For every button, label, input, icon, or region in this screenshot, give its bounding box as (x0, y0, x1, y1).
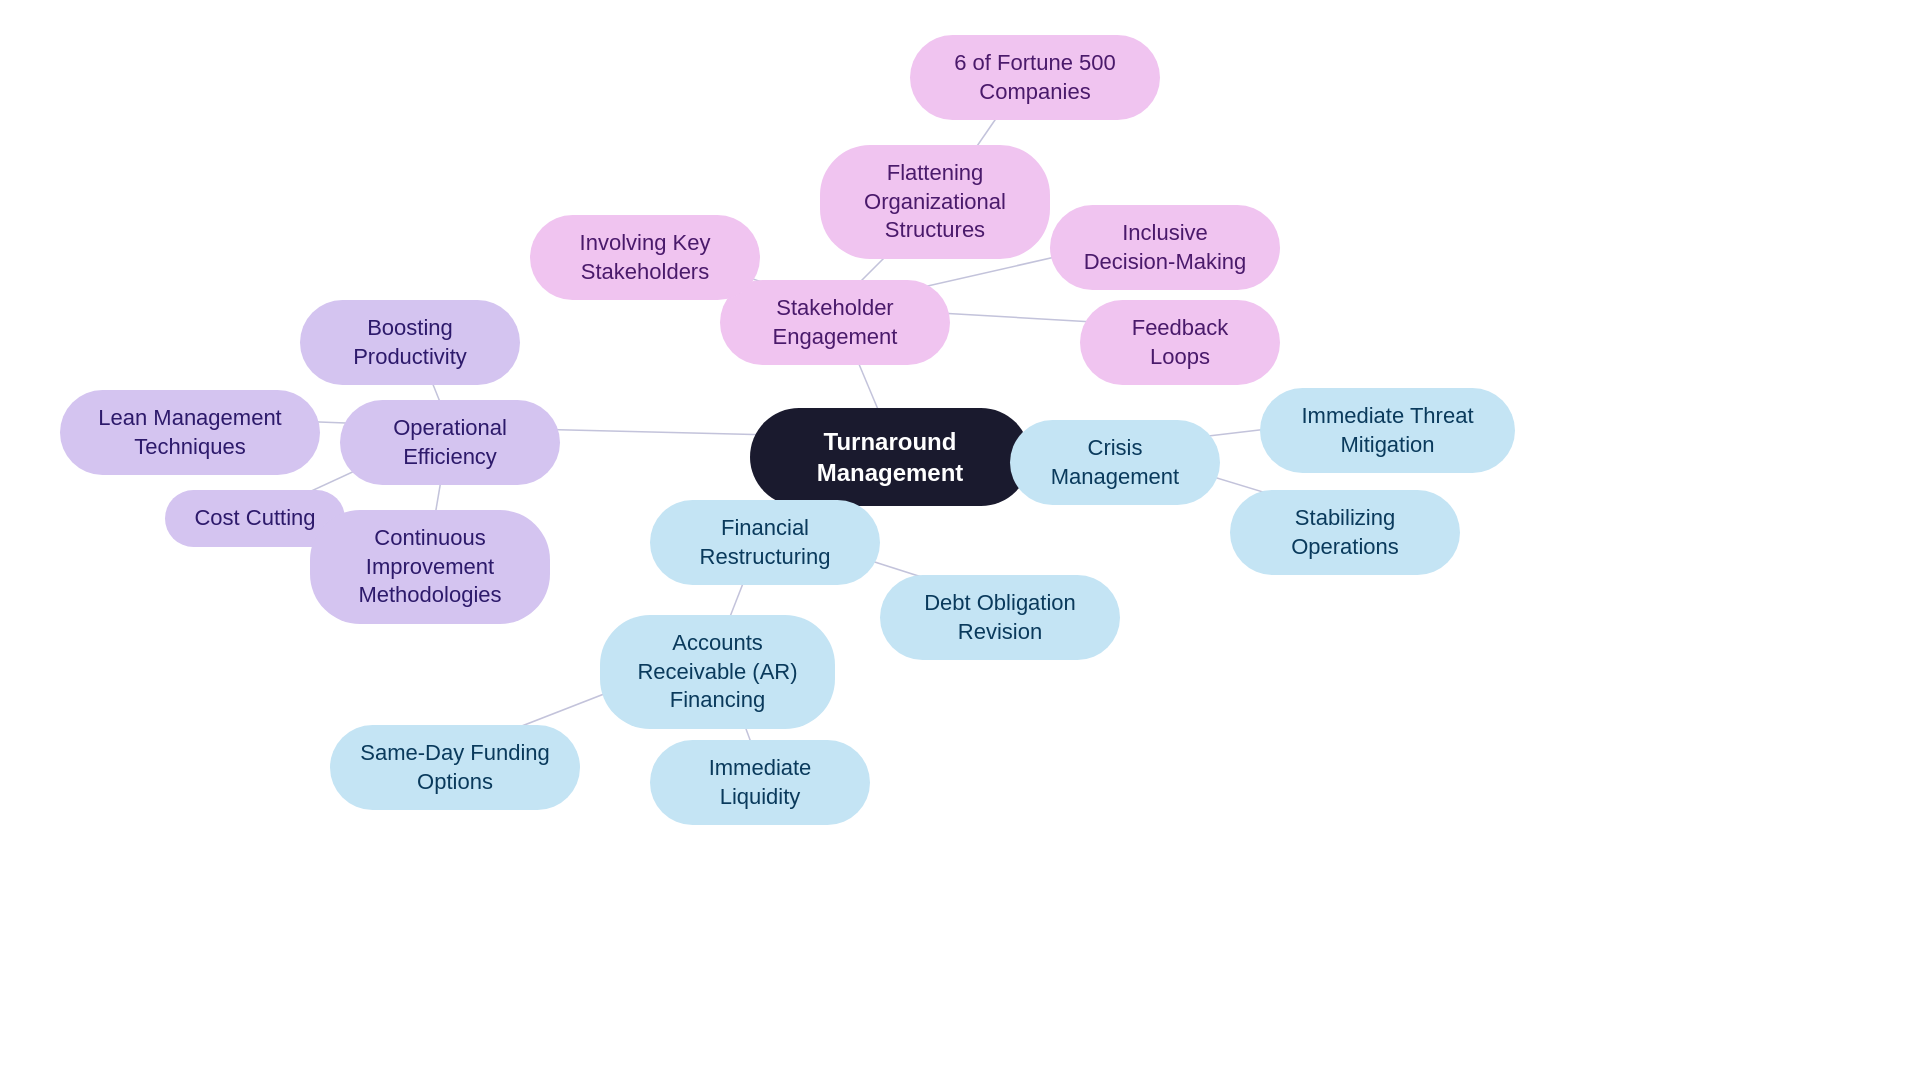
node-inclusive-decision: Inclusive Decision-Making (1050, 205, 1280, 290)
node-boosting-productivity: Boosting Productivity (300, 300, 520, 385)
node-immediate-liquidity: Immediate Liquidity (650, 740, 870, 825)
node-fortune-500: 6 of Fortune 500 Companies (910, 35, 1160, 120)
node-lean-management: Lean Management Techniques (60, 390, 320, 475)
node-flattening-org: Flattening OrganizationalStructures (820, 145, 1050, 259)
node-stabilizing-operations: Stabilizing Operations (1230, 490, 1460, 575)
node-immediate-threat: Immediate Threat Mitigation (1260, 388, 1515, 473)
node-same-day-funding: Same-Day Funding Options (330, 725, 580, 810)
node-ar-financing: Accounts Receivable (AR)Financing (600, 615, 835, 729)
center-node: Turnaround Management (750, 408, 1030, 506)
node-debt-obligation: Debt Obligation Revision (880, 575, 1120, 660)
node-feedback-loops: Feedback Loops (1080, 300, 1280, 385)
node-financial-restructuring: Financial Restructuring (650, 500, 880, 585)
node-continuous-improvement: Continuous ImprovementMethodologies (310, 510, 550, 624)
node-crisis-management: Crisis Management (1010, 420, 1220, 505)
node-involving-stakeholders: Involving Key Stakeholders (530, 215, 760, 300)
node-operational-efficiency: Operational Efficiency (340, 400, 560, 485)
node-stakeholder-engagement: Stakeholder Engagement (720, 280, 950, 365)
